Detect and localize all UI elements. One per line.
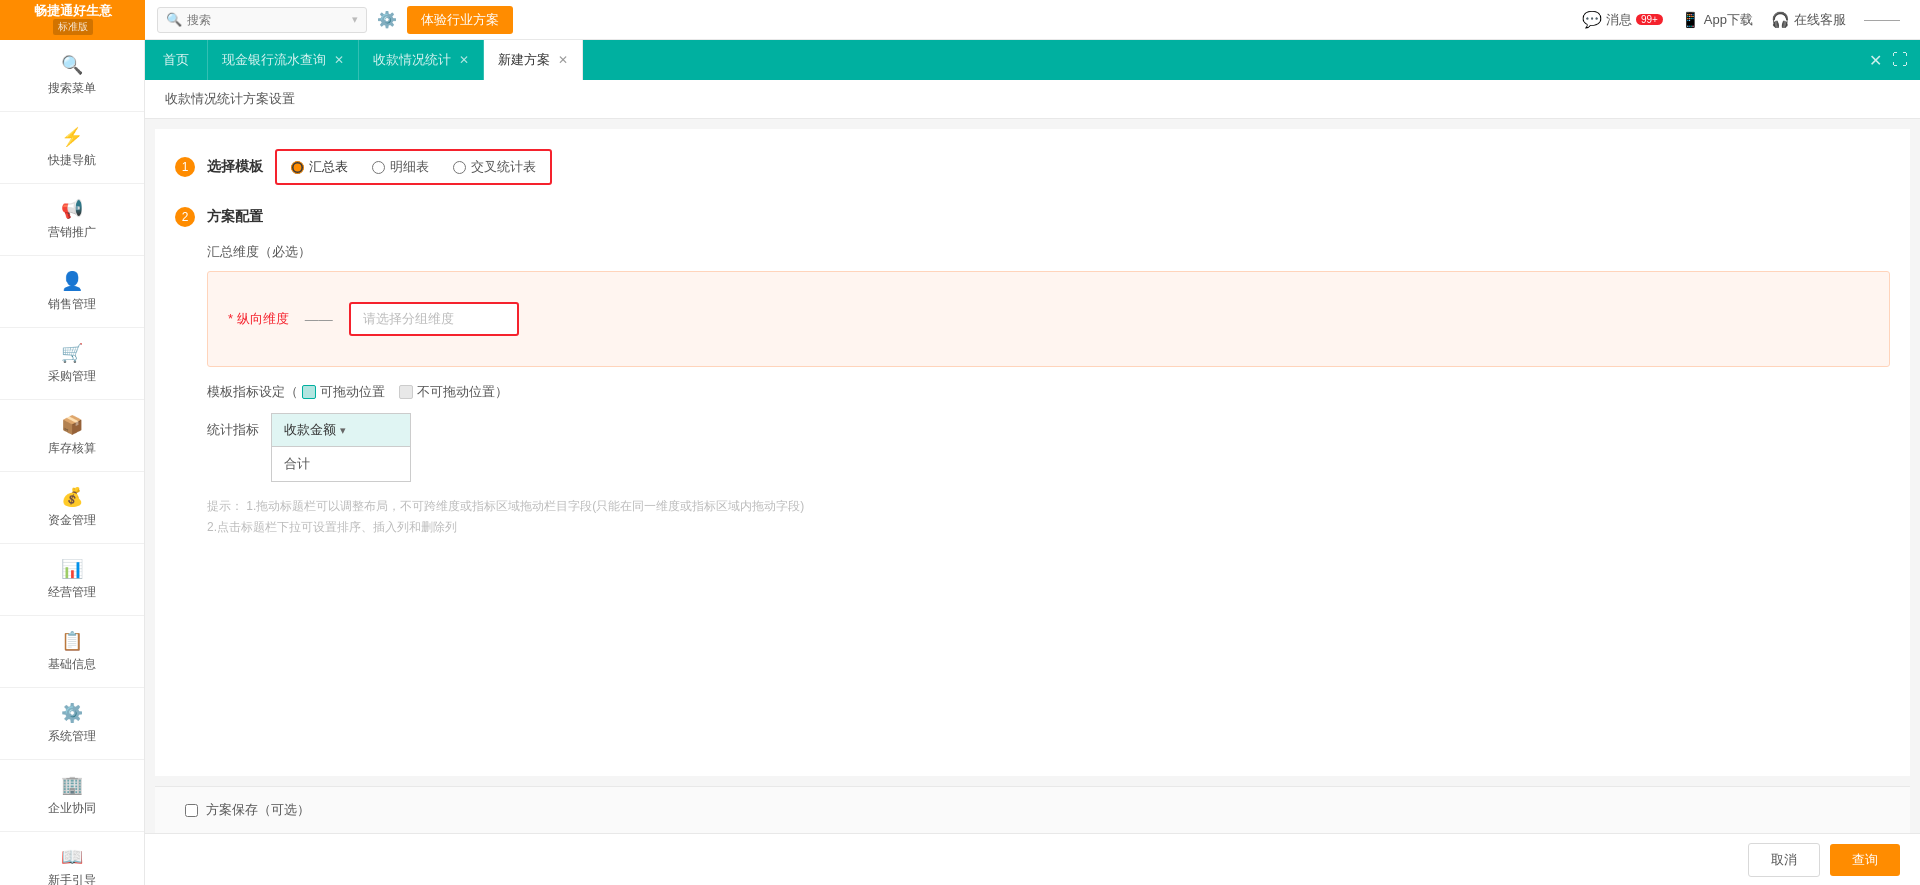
template-options-box: 汇总表 明细表 交叉统计表 <box>275 149 552 185</box>
step2-num: 2 <box>175 207 195 227</box>
metrics-row-total: 合计 <box>272 447 410 481</box>
sidebar: 🔍 搜索菜单 ⚡ 快捷导航 📢 营销推广 👤 销售管理 🛒 采购管理 📦 库存核… <box>0 40 145 885</box>
message-btn[interactable]: 💬 消息 99+ <box>1582 10 1663 29</box>
metrics-section: 模板指标设定（ 可拖动位置 不可拖动位置） 统计指标 <box>207 383 1890 482</box>
metrics-tag: 收款金额 ▾ <box>284 421 346 439</box>
dimension-select[interactable]: 请选择分组维度 <box>349 302 519 336</box>
breadcrumb: 收款情况统计方案设置 <box>145 80 1920 119</box>
sidebar-item-search[interactable]: 🔍 搜索菜单 <box>0 40 144 112</box>
enterprise-icon: 🏢 <box>61 774 83 796</box>
tab-new-plan[interactable]: 新建方案 ✕ <box>484 40 583 80</box>
finance-icon: 💰 <box>61 486 83 508</box>
logo-area: 畅捷通好生意 标准版 <box>0 0 145 40</box>
tab-bank-flow[interactable]: 现金银行流水查询 ✕ <box>208 40 359 80</box>
metrics-label-col: 统计指标 <box>207 413 271 482</box>
dimension-row-label: * 纵向维度 <box>228 310 289 328</box>
sidebar-item-guide[interactable]: 📖 新手引导 <box>0 832 144 885</box>
tab-home[interactable]: 首页 <box>145 40 208 80</box>
search-icon: 🔍 <box>166 12 182 27</box>
legend-draggable-box <box>302 385 316 399</box>
search-menu-icon: 🔍 <box>61 54 83 76</box>
tab-payment-stats[interactable]: 收款情况统计 ✕ <box>359 40 484 80</box>
query-button[interactable]: 查询 <box>1830 844 1900 876</box>
save-checkbox[interactable] <box>185 804 198 817</box>
sidebar-item-management[interactable]: 📊 经营管理 <box>0 544 144 616</box>
dimension-arrow: —— <box>305 311 333 327</box>
hints-area: 提示： 1.拖动标题栏可以调整布局，不可跨维度或指标区域拖动栏目字段(只能在同一… <box>175 482 1890 536</box>
user-area[interactable]: ——— <box>1864 13 1900 27</box>
guide-icon: 📖 <box>61 846 83 868</box>
logo-badge: 标准版 <box>53 19 93 35</box>
search-box: 🔍 ▾ <box>157 7 367 33</box>
cancel-button[interactable]: 取消 <box>1748 843 1820 877</box>
inventory-icon: 📦 <box>61 414 83 436</box>
sidebar-item-inventory[interactable]: 📦 库存核算 <box>0 400 144 472</box>
tab-payment-close[interactable]: ✕ <box>459 53 469 67</box>
step1-row: 1 选择模板 汇总表 明细表 交叉统计表 <box>175 149 1890 185</box>
basic-info-icon: 📋 <box>61 630 83 652</box>
step2-label: 方案配置 <box>207 208 263 226</box>
download-icon: 📱 <box>1681 11 1700 29</box>
marketing-icon: 📢 <box>61 198 83 220</box>
settings-icon[interactable]: ⚙️ <box>377 10 397 29</box>
radio-cross[interactable]: 交叉统计表 <box>453 158 536 176</box>
tab-new-plan-close[interactable]: ✕ <box>558 53 568 67</box>
service-btn[interactable]: 🎧 在线客服 <box>1771 11 1846 29</box>
sidebar-item-basic-info[interactable]: 📋 基础信息 <box>0 616 144 688</box>
system-icon: ⚙️ <box>61 702 83 724</box>
footer-save-section: 方案保存（可选） <box>155 786 1910 833</box>
purchase-icon: 🛒 <box>61 342 83 364</box>
service-icon: 🎧 <box>1771 11 1790 29</box>
sidebar-item-sales[interactable]: 👤 销售管理 <box>0 256 144 328</box>
sidebar-item-purchase[interactable]: 🛒 采购管理 <box>0 328 144 400</box>
management-icon: 📊 <box>61 558 83 580</box>
step1-num: 1 <box>175 157 195 177</box>
sales-icon: 👤 <box>61 270 83 292</box>
logo-text: 畅捷通好生意 <box>34 4 112 17</box>
tab-expand-icon[interactable]: ⛶ <box>1892 51 1908 69</box>
tab-bank-close[interactable]: ✕ <box>334 53 344 67</box>
step2-row: 2 方案配置 <box>175 207 1890 227</box>
step1-label: 选择模板 <box>207 158 263 176</box>
radio-summary[interactable]: 汇总表 <box>291 158 348 176</box>
sidebar-item-marketing[interactable]: 📢 营销推广 <box>0 184 144 256</box>
radio-detail[interactable]: 明细表 <box>372 158 429 176</box>
download-btn[interactable]: 📱 App下载 <box>1681 11 1753 29</box>
message-icon: 💬 <box>1582 10 1602 29</box>
message-badge: 99+ <box>1636 14 1663 25</box>
sidebar-item-quick-nav[interactable]: ⚡ 快捷导航 <box>0 112 144 184</box>
sidebar-item-enterprise[interactable]: 🏢 企业协同 <box>0 760 144 832</box>
industry-btn[interactable]: 体验行业方案 <box>407 6 513 34</box>
metrics-header: 模板指标设定（ 可拖动位置 不可拖动位置） <box>207 383 1890 401</box>
tab-bar: 首页 现金银行流水查询 ✕ 收款情况统计 ✕ 新建方案 ✕ ✕ ⛶ <box>145 40 1920 80</box>
dimension-title: 汇总维度（必选） <box>175 243 1890 261</box>
sidebar-item-system[interactable]: ⚙️ 系统管理 <box>0 688 144 760</box>
action-bar: 取消 查询 <box>145 833 1920 885</box>
quick-nav-icon: ⚡ <box>61 126 83 148</box>
metrics-table: 收款金额 ▾ 合计 <box>271 413 411 482</box>
legend-non-draggable-box <box>399 385 413 399</box>
tab-close-all-icon[interactable]: ✕ <box>1869 51 1882 70</box>
dropdown-icon[interactable]: ▾ <box>352 13 358 26</box>
col-dropdown-icon[interactable]: ▾ <box>340 424 346 437</box>
search-input[interactable] <box>187 13 347 27</box>
metrics-col-header[interactable]: 收款金额 ▾ <box>272 414 410 447</box>
dimension-area: * 纵向维度 —— 请选择分组维度 <box>207 271 1890 367</box>
save-label: 方案保存（可选） <box>206 801 310 819</box>
sidebar-item-finance[interactable]: 💰 资金管理 <box>0 472 144 544</box>
